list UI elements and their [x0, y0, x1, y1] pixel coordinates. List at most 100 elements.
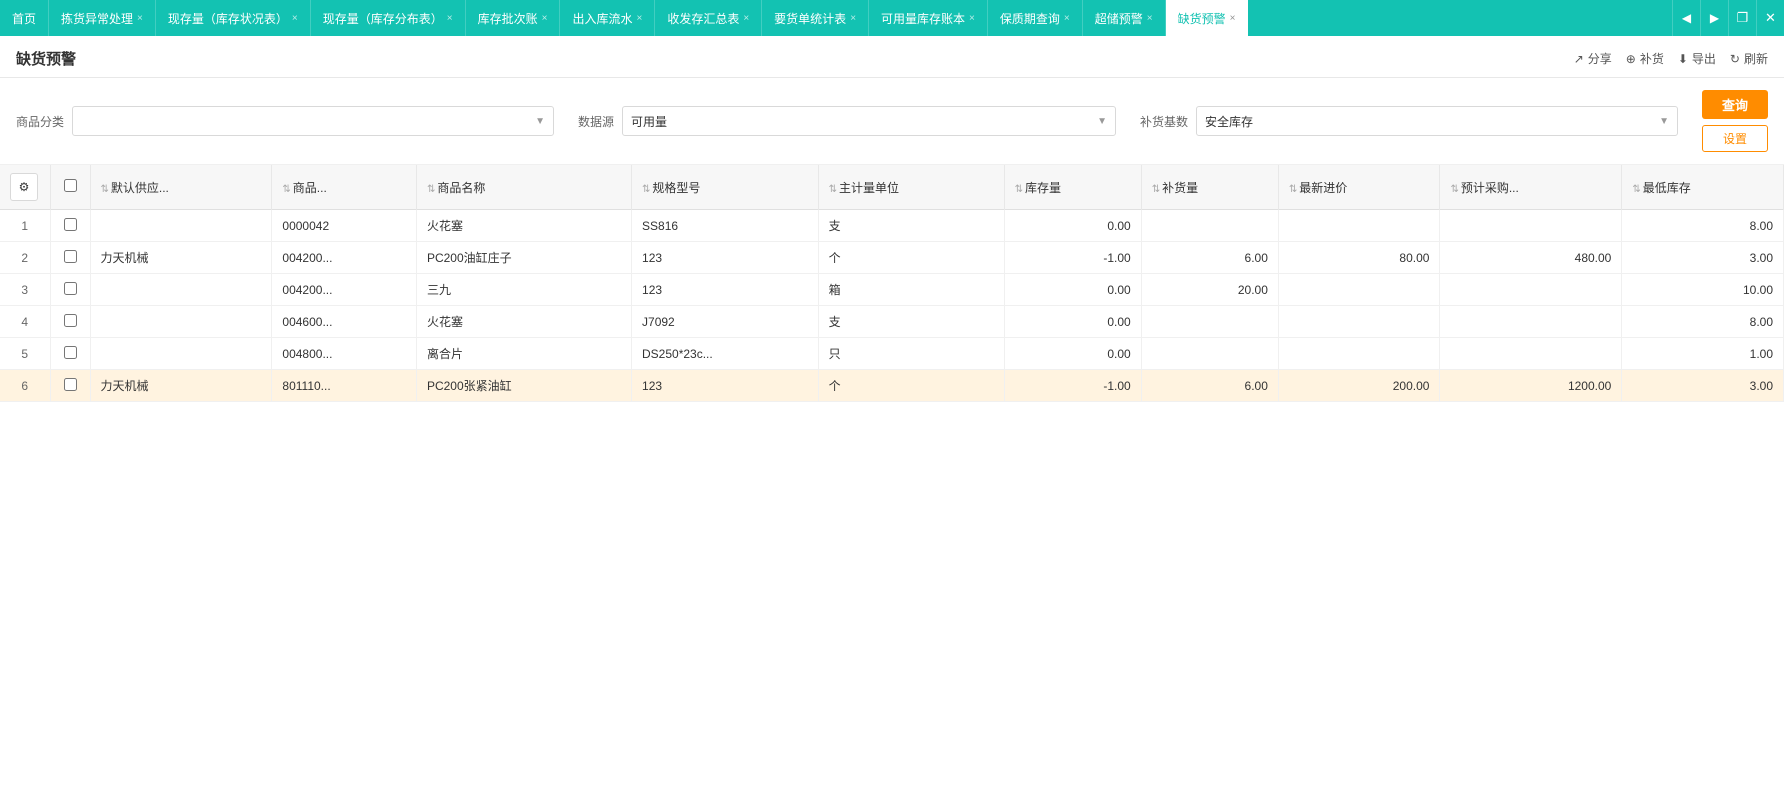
gear-settings-button[interactable]: ⚙ — [10, 173, 38, 201]
row-checkbox[interactable] — [64, 282, 77, 295]
close-icon[interactable]: × — [1230, 13, 1236, 24]
close-icon[interactable]: × — [850, 13, 856, 24]
row-product-name: PC200张紧油缸 — [416, 370, 631, 402]
row-stock: 0.00 — [1004, 210, 1141, 242]
settings-button[interactable]: 设置 — [1702, 125, 1768, 152]
header-actions: ↗ 分享 ⊕ 补货 ⬇ 导出 ↻ 刷新 — [1574, 50, 1768, 67]
col-estimated-purchase: ⇅预计采购... — [1440, 165, 1622, 210]
tab-batch-account[interactable]: 库存批次账 × — [466, 0, 561, 36]
replenish-label: 补货 — [1640, 50, 1664, 67]
row-unit: 只 — [818, 338, 1004, 370]
row-min-stock: 10.00 — [1622, 274, 1784, 306]
row-latest-price — [1278, 274, 1440, 306]
row-spec: 123 — [632, 274, 819, 306]
row-estimated-purchase — [1440, 338, 1622, 370]
sort-icon: ⇅ — [1015, 184, 1023, 195]
tab-shortage-warning-label: 缺货预警 — [1178, 10, 1226, 27]
close-icon[interactable]: × — [447, 13, 453, 24]
col-stock: ⇅库存量 — [1004, 165, 1141, 210]
row-spec: J7092 — [632, 306, 819, 338]
row-checkbox-cell — [50, 242, 90, 274]
tab-overstock-warning[interactable]: 超储预警 × — [1083, 0, 1166, 36]
replenish-base-select[interactable]: 安全库存 ▼ — [1196, 106, 1678, 136]
row-num: 4 — [0, 306, 50, 338]
row-unit: 支 — [818, 210, 1004, 242]
row-min-stock: 1.00 — [1622, 338, 1784, 370]
row-estimated-purchase: 1200.00 — [1440, 370, 1622, 402]
col-replenish: ⇅补货量 — [1141, 165, 1278, 210]
sort-icon: ⇅ — [1632, 184, 1640, 195]
col-product-name: ⇅商品名称 — [416, 165, 631, 210]
close-icon[interactable]: × — [969, 13, 975, 24]
row-checkbox[interactable] — [64, 346, 77, 359]
row-product-code: 004200... — [272, 242, 417, 274]
row-product-name: 三九 — [416, 274, 631, 306]
replenish-base-value: 安全库存 — [1205, 113, 1253, 130]
datasource-filter: 数据源 可用量 ▼ — [578, 106, 1116, 136]
col-min-stock: ⇅最低库存 — [1622, 165, 1784, 210]
tab-stock-dist[interactable]: 现存量（库存分布表） × — [311, 0, 466, 36]
refresh-label: 刷新 — [1744, 50, 1768, 67]
select-all-checkbox[interactable] — [64, 179, 77, 192]
row-latest-price — [1278, 210, 1440, 242]
share-button[interactable]: ↗ 分享 — [1574, 50, 1612, 67]
refresh-button[interactable]: ↻ 刷新 — [1730, 50, 1768, 67]
query-button[interactable]: 查询 — [1702, 90, 1768, 119]
row-min-stock: 3.00 — [1622, 370, 1784, 402]
row-replenish: 20.00 — [1141, 274, 1278, 306]
row-spec: DS250*23c... — [632, 338, 819, 370]
share-label: 分享 — [1588, 50, 1612, 67]
restore-button[interactable]: ❐ — [1728, 0, 1756, 36]
row-num: 1 — [0, 210, 50, 242]
table-row: 6 力天机械 801110... PC200张紧油缸 123 个 -1.00 6… — [0, 370, 1784, 402]
row-replenish: 6.00 — [1141, 242, 1278, 274]
tab-shortage-warning[interactable]: 缺货预警 × — [1166, 0, 1249, 36]
close-icon[interactable]: × — [292, 13, 298, 24]
tab-pick-exception[interactable]: 拣货异常处理 × — [49, 0, 156, 36]
replenish-base-filter: 补货基数 安全库存 ▼ — [1140, 106, 1678, 136]
category-select[interactable]: ▼ — [72, 106, 554, 136]
row-checkbox[interactable] — [64, 218, 77, 231]
datasource-select[interactable]: 可用量 ▼ — [622, 106, 1116, 136]
tab-stock-status[interactable]: 现存量（库存状况表） × — [156, 0, 311, 36]
table-row: 2 力天机械 004200... PC200油缸庄子 123 个 -1.00 6… — [0, 242, 1784, 274]
tab-stock-status-label: 现存量（库存状况表） — [168, 10, 288, 27]
close-icon[interactable]: × — [1064, 13, 1070, 24]
tab-quality-query[interactable]: 保质期查询 × — [988, 0, 1083, 36]
tab-demand-stats[interactable]: 要货单统计表 × — [762, 0, 869, 36]
export-button[interactable]: ⬇ 导出 — [1678, 50, 1716, 67]
close-icon[interactable]: × — [542, 13, 548, 24]
row-replenish: 6.00 — [1141, 370, 1278, 402]
row-product-name: 火花塞 — [416, 210, 631, 242]
close-window-button[interactable]: ✕ — [1756, 0, 1784, 36]
row-estimated-purchase: 480.00 — [1440, 242, 1622, 274]
nav-prev-button[interactable]: ◀ — [1672, 0, 1700, 36]
close-icon[interactable]: × — [636, 13, 642, 24]
nav-next-button[interactable]: ▶ — [1700, 0, 1728, 36]
row-checkbox-cell — [50, 306, 90, 338]
replenish-base-label: 补货基数 — [1140, 113, 1188, 130]
row-estimated-purchase — [1440, 306, 1622, 338]
tab-demand-stats-label: 要货单统计表 — [774, 10, 846, 27]
row-unit: 支 — [818, 306, 1004, 338]
replenish-button[interactable]: ⊕ 补货 — [1626, 50, 1664, 67]
sort-icon: ⇅ — [1450, 184, 1458, 195]
row-estimated-purchase — [1440, 274, 1622, 306]
export-label: 导出 — [1692, 50, 1716, 67]
close-icon[interactable]: × — [1147, 13, 1153, 24]
tab-quality-query-label: 保质期查询 — [1000, 10, 1060, 27]
tab-available-ledger[interactable]: 可用量库存账本 × — [869, 0, 988, 36]
tab-inout-flow[interactable]: 出入库流水 × — [560, 0, 655, 36]
sort-icon: ⇅ — [282, 184, 290, 195]
sort-icon: ⇅ — [1152, 184, 1160, 195]
page-title: 缺货预警 — [16, 48, 76, 69]
row-checkbox[interactable] — [64, 314, 77, 327]
row-checkbox[interactable] — [64, 378, 77, 391]
close-icon[interactable]: × — [137, 13, 143, 24]
col-default-supplier: ⇅默认供应... — [90, 165, 272, 210]
tab-collect-summary[interactable]: 收发存汇总表 × — [655, 0, 762, 36]
row-min-stock: 8.00 — [1622, 306, 1784, 338]
close-icon[interactable]: × — [743, 13, 749, 24]
row-checkbox[interactable] — [64, 250, 77, 263]
tab-home[interactable]: 首页 — [0, 0, 49, 36]
